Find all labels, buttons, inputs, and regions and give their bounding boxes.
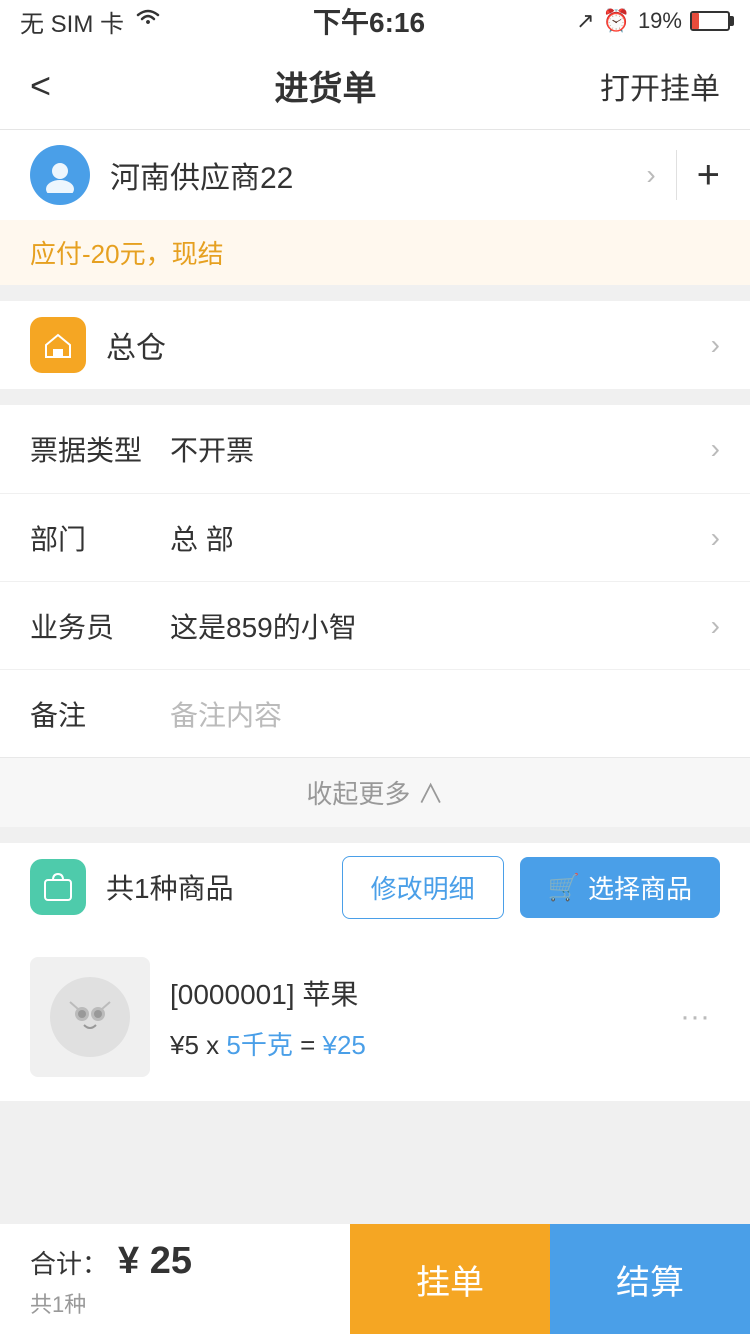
collapse-label: 收起更多 ∧	[306, 774, 443, 811]
content: 河南供应商22 › + 应付-20元，现结 总仓 › 票据类型 不开票	[0, 130, 750, 1247]
remark-row[interactable]: 备注 备注内容	[0, 669, 750, 757]
products-header: 共1种商品 修改明细 🛒 选择商品	[0, 843, 750, 931]
warehouse-icon	[30, 317, 86, 373]
remark-label: 备注	[30, 694, 170, 734]
quantity-value: 5千克	[226, 1030, 292, 1060]
supplier-section: 河南供应商22 › + 应付-20元，现结	[0, 130, 750, 285]
select-product-icon: 🛒	[548, 872, 580, 903]
warehouse-row[interactable]: 总仓 ›	[0, 301, 750, 389]
total-value: ¥25	[323, 1030, 366, 1060]
product-more-button[interactable]: ···	[670, 990, 720, 1044]
equals-sign: =	[300, 1030, 322, 1060]
battery-fill	[692, 13, 699, 29]
product-thumbnail	[30, 957, 150, 1077]
department-value: 总 部	[170, 518, 701, 558]
products-count: 共1种商品	[106, 867, 342, 907]
total-count: 共1种	[30, 1287, 320, 1319]
salesperson-row[interactable]: 业务员 这是859的小智 ›	[0, 581, 750, 669]
product-item: [0000001] 苹果 ¥5 x 5千克 = ¥25 ···	[0, 933, 750, 1101]
supplier-chevron-icon: ›	[646, 159, 655, 191]
battery-percentage: 19%	[638, 8, 682, 34]
invoice-type-row[interactable]: 票据类型 不开票 ›	[0, 405, 750, 493]
warehouse-name: 总仓	[106, 323, 701, 367]
salesperson-chevron-icon: ›	[711, 610, 720, 642]
price-value: ¥5 x	[170, 1030, 226, 1060]
status-bar: 无 SIM 卡 下午6:16 ↗ ⏰ 19%	[0, 0, 750, 42]
product-title: 苹果	[302, 979, 358, 1010]
nav-bar: < 进货单 打开挂单	[0, 42, 750, 130]
product-price: ¥5 x 5千克 = ¥25	[170, 1025, 670, 1062]
product-code: [0000001]	[170, 979, 302, 1010]
battery-icon	[690, 11, 730, 31]
salesperson-value: 这是859的小智	[170, 606, 701, 646]
select-product-button[interactable]: 🛒 选择商品	[520, 857, 720, 918]
notice-text: 应付-20元，现结	[30, 239, 224, 269]
bottom-total: 合计： ¥ 25 共1种	[0, 1224, 350, 1334]
remark-input[interactable]: 备注内容	[170, 694, 720, 734]
status-time: 下午6:16	[313, 1, 425, 41]
status-right: ↗ ⏰ 19%	[576, 8, 730, 34]
checkout-button[interactable]: 结算	[550, 1224, 750, 1334]
products-icon	[30, 859, 86, 915]
invoice-type-label: 票据类型	[30, 429, 170, 469]
page-title: 进货单	[275, 61, 377, 110]
invoice-type-value: 不开票	[170, 429, 701, 469]
divider	[676, 150, 677, 200]
supplier-avatar	[30, 145, 90, 205]
department-label: 部门	[30, 518, 170, 558]
add-supplier-button[interactable]: +	[697, 153, 720, 198]
total-label: 合计：	[30, 1244, 108, 1281]
product-info: [0000001] 苹果 ¥5 x 5千克 = ¥25	[170, 973, 670, 1062]
carrier-label: 无 SIM 卡	[20, 4, 124, 39]
total-row: 合计： ¥ 25	[30, 1240, 320, 1283]
warehouse-section: 总仓 ›	[0, 301, 750, 389]
department-row[interactable]: 部门 总 部 ›	[0, 493, 750, 581]
back-button[interactable]: <	[30, 65, 51, 107]
supplier-row[interactable]: 河南供应商22 › +	[0, 130, 750, 220]
select-product-label: 选择商品	[588, 869, 692, 906]
supplier-name: 河南供应商22	[110, 153, 636, 197]
open-hangsingle-button[interactable]: 打开挂单	[600, 64, 720, 108]
product-name: [0000001] 苹果	[170, 973, 670, 1013]
salesperson-label: 业务员	[30, 606, 170, 646]
products-section: 共1种商品 修改明细 🛒 选择商品	[0, 843, 750, 1101]
collapse-row[interactable]: 收起更多 ∧	[0, 757, 750, 827]
wifi-icon	[134, 7, 162, 35]
status-left: 无 SIM 卡	[20, 4, 162, 39]
total-amount: ¥ 25	[118, 1240, 192, 1283]
location-icon: ↗	[576, 8, 594, 34]
notice-bar: 应付-20元，现结	[0, 220, 750, 285]
hang-button[interactable]: 挂单	[350, 1224, 550, 1334]
form-section: 票据类型 不开票 › 部门 总 部 › 业务员 这是859的小智 › 备注 备注…	[0, 405, 750, 827]
warehouse-chevron-icon: ›	[711, 329, 720, 361]
invoice-type-chevron-icon: ›	[711, 433, 720, 465]
bottom-bar: 合计： ¥ 25 共1种 挂单 结算	[0, 1224, 750, 1334]
modify-detail-button[interactable]: 修改明细	[342, 856, 504, 919]
alarm-icon: ⏰	[603, 8, 630, 34]
product-thumb-inner	[50, 977, 130, 1057]
department-chevron-icon: ›	[711, 522, 720, 554]
